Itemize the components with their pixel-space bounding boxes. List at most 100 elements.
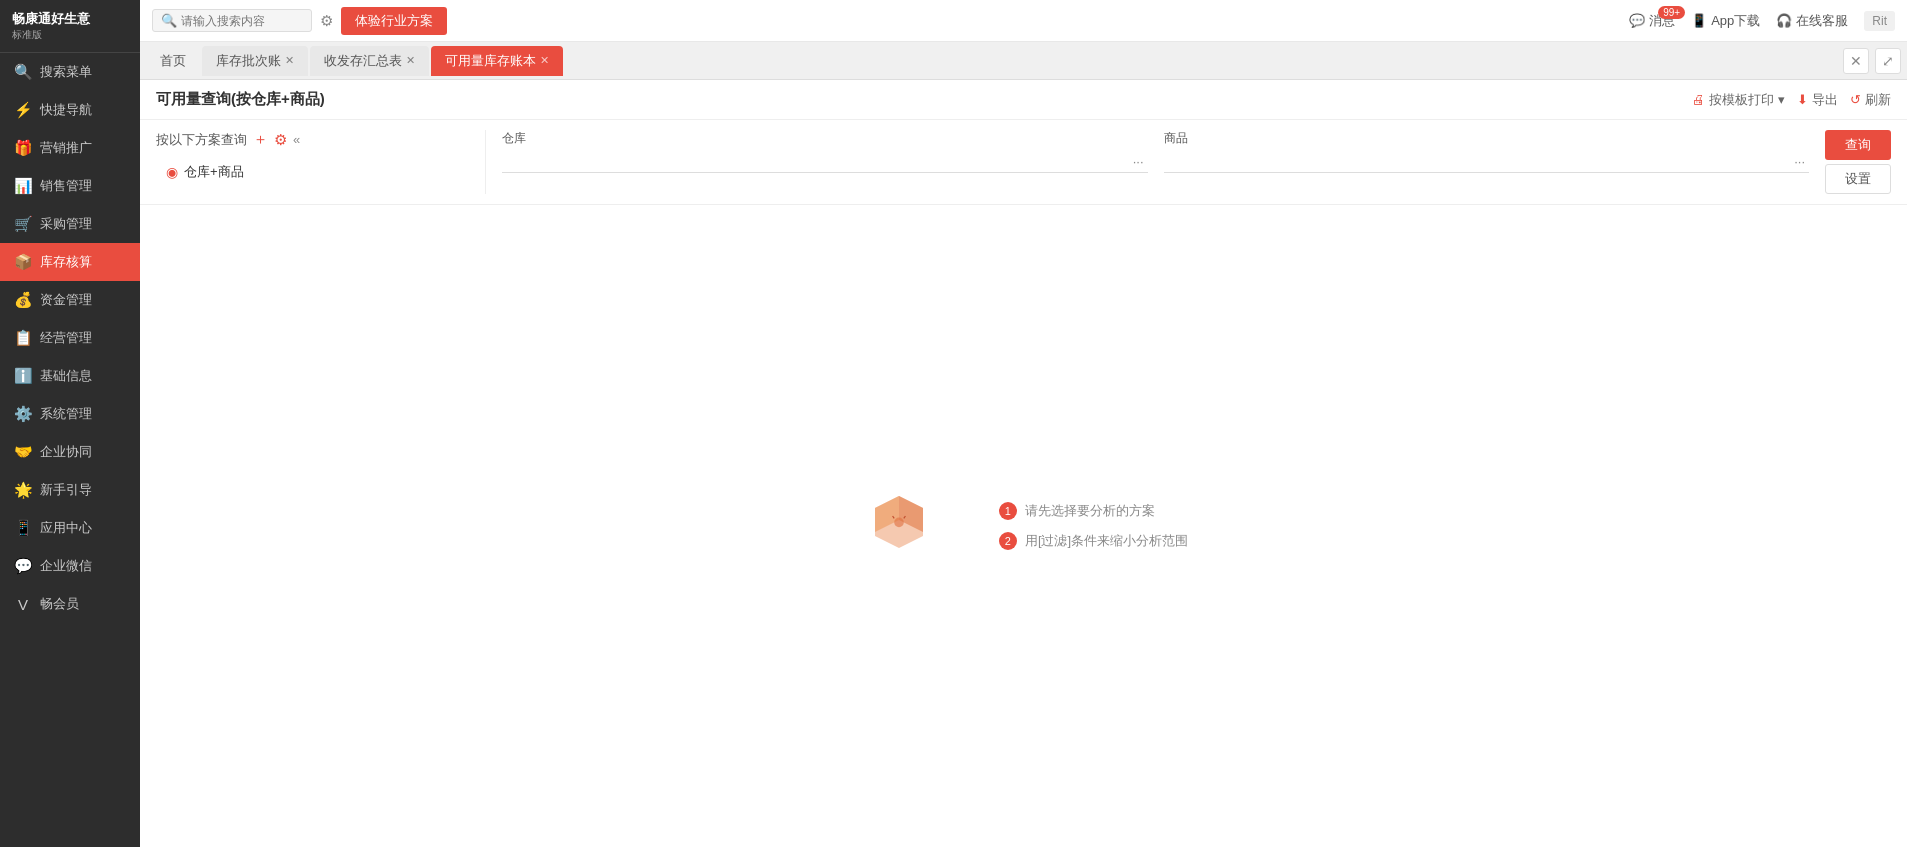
page-header-actions: 🖨 按模板打印 ▾ ⬇ 导出 ↺ 刷新 [1692, 91, 1891, 109]
vip-member-label: 畅会员 [40, 595, 79, 613]
inventory-check-label: 库存核算 [40, 253, 92, 271]
sidebar-item-vip-member[interactable]: V畅会员 [0, 585, 140, 623]
topbar-search-box[interactable]: 🔍 [152, 9, 312, 32]
sidebar: 畅康通好生意 标准版 🔍搜索菜单 ⚡ 快捷导航 🎁 营销推广 📊销售管理🛒采购管理 📦 库存核… [0, 0, 140, 847]
step1-text: 请先选择要分析的方案 [1025, 502, 1155, 520]
schema-icon: ◉ [166, 164, 178, 180]
tab-inventory-batch[interactable]: 库存批次账 ✕ [202, 46, 308, 76]
schema-warehouse-product[interactable]: ◉ 仓库+商品 [156, 157, 473, 187]
collapse-button[interactable]: « [293, 132, 300, 147]
user-avatar[interactable]: Rit [1864, 11, 1895, 31]
export-button[interactable]: ⬇ 导出 [1797, 91, 1838, 109]
messages-button[interactable]: 💬 消息 99+ [1629, 12, 1675, 30]
print-chevron-icon[interactable]: ▾ [1778, 92, 1785, 107]
sys-mgmt-icon: ⚙️ [14, 405, 32, 423]
sidebar-item-basic-info[interactable]: ℹ️基础信息 [0, 357, 140, 395]
finance-mgmt-label: 资金管理 [40, 291, 92, 309]
basic-info-label: 基础信息 [40, 367, 92, 385]
warehouse-input-row: ··· [502, 151, 1148, 173]
trial-button[interactable]: 体验行业方案 [341, 7, 447, 35]
page-header: 可用量查询(按仓库+商品) 🖨 按模板打印 ▾ ⬇ 导出 ↺ 刷新 [140, 80, 1907, 120]
app-download-button[interactable]: 📱 App下载 [1691, 12, 1760, 30]
tab-close-button[interactable]: ✕ [1843, 48, 1869, 74]
product-input-row: ··· [1164, 151, 1810, 173]
warehouse-more-button[interactable]: ··· [1133, 154, 1144, 169]
tab-available-ledger[interactable]: 可用量库存账本 ✕ [431, 46, 563, 76]
enterprise-coop-icon: 🤝 [14, 443, 32, 461]
svg-point-3 [894, 518, 904, 528]
refresh-button[interactable]: ↺ 刷新 [1850, 91, 1891, 109]
tab-maximize-button[interactable]: ⤢ [1875, 48, 1901, 74]
print-template-button[interactable]: 🖨 按模板打印 ▾ [1692, 91, 1785, 109]
sidebar-item-search[interactable]: 🔍搜索菜单 [0, 53, 140, 91]
enterprise-wechat-label: 企业微信 [40, 557, 92, 575]
product-label: 商品 [1164, 130, 1810, 147]
schema-label: 仓库+商品 [184, 163, 244, 181]
warehouse-filter-field: 仓库 ··· [502, 130, 1148, 173]
warehouse-label: 仓库 [502, 130, 1148, 147]
marketing-promo-label: 营销推广 [40, 139, 92, 157]
tab-receipt-summary[interactable]: 收发存汇总表 ✕ [310, 46, 429, 76]
empty-state: 1 请先选择要分析的方案 2 用[过滤]条件来缩小分析范围 [140, 205, 1907, 847]
tab-inventory-batch-label: 库存批次账 [216, 52, 281, 70]
step2-text: 用[过滤]条件来缩小分析范围 [1025, 532, 1188, 550]
quicknav-label: 快捷导航 [40, 101, 92, 119]
tabs-right-actions: ✕ ⤢ [1843, 48, 1901, 74]
sidebar-item-inventory-check[interactable]: 📦 库存核算 [0, 243, 140, 281]
app-center-icon: 📱 [14, 519, 32, 537]
logo-subtitle: 标准版 [12, 28, 128, 42]
sidebar-item-new-guide[interactable]: 🌟新手引导 [0, 471, 140, 509]
add-schema-button[interactable]: ＋ [253, 130, 268, 149]
export-label: 导出 [1812, 91, 1838, 109]
tab-receipt-summary-label: 收发存汇总表 [324, 52, 402, 70]
sidebar-item-quicknav[interactable]: ⚡ 快捷导航 [0, 91, 140, 129]
search-icon: 🔍 [161, 13, 177, 28]
sidebar-item-ops-mgmt[interactable]: 📋经营管理 [0, 319, 140, 357]
online-service-button[interactable]: 🎧 在线客服 [1776, 12, 1848, 30]
empty-text-area: 1 请先选择要分析的方案 2 用[过滤]条件来缩小分析范围 [999, 502, 1188, 550]
filter-settings-button[interactable]: 设置 [1825, 164, 1891, 194]
tab-inventory-batch-close[interactable]: ✕ [285, 54, 294, 67]
page-content: 可用量查询(按仓库+商品) 🖨 按模板打印 ▾ ⬇ 导出 ↺ 刷新 [140, 80, 1907, 847]
query-button[interactable]: 查询 [1825, 130, 1891, 160]
tab-home[interactable]: 首页 [146, 46, 200, 76]
manage-schema-button[interactable]: ⚙ [274, 131, 287, 149]
inventory-check-icon: 📦 [14, 253, 32, 271]
step2-num: 2 [999, 532, 1017, 550]
product-input[interactable] [1168, 154, 1791, 169]
product-more-button[interactable]: ··· [1794, 154, 1805, 169]
empty-box-svg [859, 476, 939, 556]
refresh-label: 刷新 [1865, 91, 1891, 109]
warehouse-input[interactable] [506, 154, 1129, 169]
tab-bar: 首页 库存批次账 ✕ 收发存汇总表 ✕ 可用量库存账本 ✕ ✕ ⤢ [140, 42, 1907, 80]
settings-icon[interactable]: ⚙ [320, 12, 333, 30]
purchase-mgmt-icon: 🛒 [14, 215, 32, 233]
search-input[interactable] [181, 14, 301, 28]
sidebar-item-purchase-mgmt[interactable]: 🛒采购管理 [0, 205, 140, 243]
tab-receipt-summary-close[interactable]: ✕ [406, 54, 415, 67]
sidebar-item-enterprise-coop[interactable]: 🤝 企业协同 [0, 433, 140, 471]
filter-left-header: 按以下方案查询 ＋ ⚙ « [156, 130, 473, 149]
filter-left-panel: 按以下方案查询 ＋ ⚙ « ◉ 仓库+商品 [156, 130, 486, 194]
sidebar-item-finance-mgmt[interactable]: 💰资金管理 [0, 281, 140, 319]
quicknav-icon: ⚡ [14, 101, 32, 119]
ops-mgmt-label: 经营管理 [40, 329, 92, 347]
topbar: 🔍 ⚙ 体验行业方案 💬 消息 99+ 📱 App下载 🎧 在线客服 Rit [140, 0, 1907, 42]
sidebar-item-marketing-promo[interactable]: 🎁 营销推广 [0, 129, 140, 167]
search-label: 搜索菜单 [40, 63, 92, 81]
sidebar-logo: 畅康通好生意 标准版 [0, 0, 140, 53]
print-template-label: 按模板打印 [1709, 91, 1774, 109]
filter-actions: 查询 设置 [1825, 130, 1891, 194]
tab-available-ledger-close[interactable]: ✕ [540, 54, 549, 67]
sidebar-item-enterprise-wechat[interactable]: 💬企业微信 [0, 547, 140, 585]
sidebar-item-app-center[interactable]: 📱应用中心 [0, 509, 140, 547]
sidebar-item-sales-mgmt[interactable]: 📊销售管理 [0, 167, 140, 205]
main-area: 🔍 ⚙ 体验行业方案 💬 消息 99+ 📱 App下载 🎧 在线客服 Rit 首… [140, 0, 1907, 847]
enterprise-coop-label: 企业协同 [40, 443, 92, 461]
sidebar-item-sys-mgmt[interactable]: ⚙️系统管理 [0, 395, 140, 433]
export-icon: ⬇ [1797, 92, 1808, 107]
marketing-promo-icon: 🎁 [14, 139, 32, 157]
filter-section-label: 按以下方案查询 [156, 131, 247, 149]
filter-right-panel: 仓库 ··· 商品 ··· 查询 设置 [486, 130, 1891, 194]
refresh-icon: ↺ [1850, 92, 1861, 107]
